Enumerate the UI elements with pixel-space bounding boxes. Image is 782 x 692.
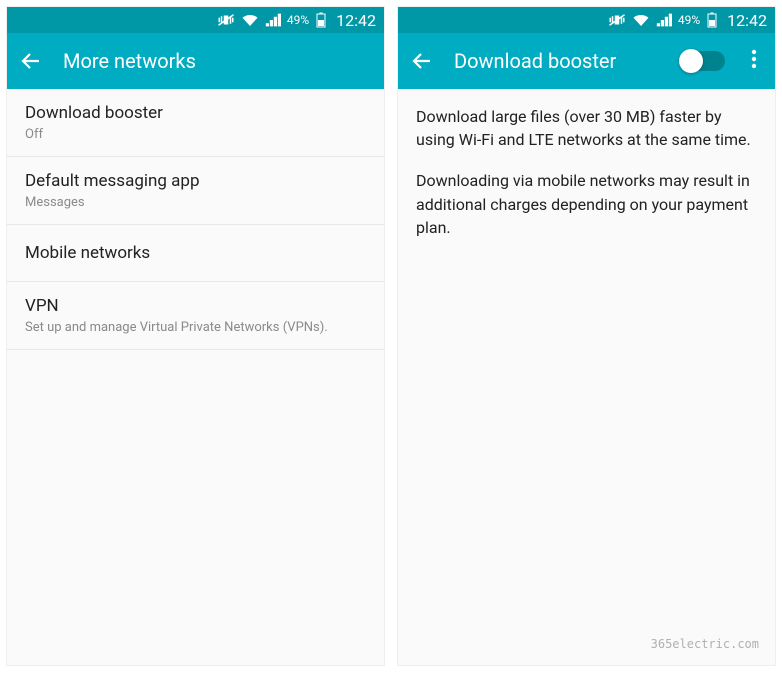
list-item-title: Download booster: [25, 103, 366, 123]
description-text: Download large files (over 30 MB) faster…: [398, 89, 775, 255]
description-panel: Download large files (over 30 MB) faster…: [398, 89, 775, 665]
left-screen: 49% 12:42 More networks Download booster…: [6, 6, 385, 666]
list-item-sub: Messages: [25, 195, 366, 210]
battery-icon: [707, 12, 717, 28]
battery-percent: 49%: [678, 13, 700, 27]
wifi-icon: [632, 13, 650, 27]
description-para-2: Downloading via mobile networks may resu…: [416, 169, 757, 239]
battery-icon: [316, 12, 326, 28]
list-item-sub: Off: [25, 127, 366, 142]
status-time: 12:42: [727, 11, 767, 30]
signal-icon: [656, 13, 672, 27]
vibrate-silent-icon: [608, 13, 626, 27]
status-time: 12:42: [336, 11, 376, 30]
list-item-title: Default messaging app: [25, 171, 366, 191]
list-item-title: Mobile networks: [25, 243, 366, 263]
list-item-vpn[interactable]: VPN Set up and manage Virtual Private Ne…: [7, 282, 384, 350]
app-bar: Download booster: [398, 33, 775, 89]
status-bar: 49% 12:42: [7, 7, 384, 33]
description-para-1: Download large files (over 30 MB) faster…: [416, 105, 757, 151]
signal-icon: [265, 13, 281, 27]
watermark: 365electric.com: [651, 637, 759, 651]
toggle-switch[interactable]: [681, 51, 725, 71]
list-item-title: VPN: [25, 296, 366, 316]
list-item-download-booster[interactable]: Download booster Off: [7, 89, 384, 157]
back-icon[interactable]: [410, 49, 434, 73]
overflow-menu-icon[interactable]: [745, 49, 763, 73]
list-item-default-messaging[interactable]: Default messaging app Messages: [7, 157, 384, 225]
back-icon[interactable]: [19, 49, 43, 73]
toggle-thumb: [679, 49, 703, 73]
wifi-icon: [241, 13, 259, 27]
battery-percent: 49%: [287, 13, 309, 27]
app-bar: More networks: [7, 33, 384, 89]
right-screen: 49% 12:42 Download booster Downlo: [397, 6, 776, 666]
page-title: Download booster: [454, 49, 661, 73]
list-item-mobile-networks[interactable]: Mobile networks: [7, 225, 384, 282]
list-item-sub: Set up and manage Virtual Private Networ…: [25, 320, 366, 335]
settings-list: Download booster Off Default messaging a…: [7, 89, 384, 665]
vibrate-silent-icon: [217, 13, 235, 27]
status-bar: 49% 12:42: [398, 7, 775, 33]
page-title: More networks: [63, 49, 372, 73]
